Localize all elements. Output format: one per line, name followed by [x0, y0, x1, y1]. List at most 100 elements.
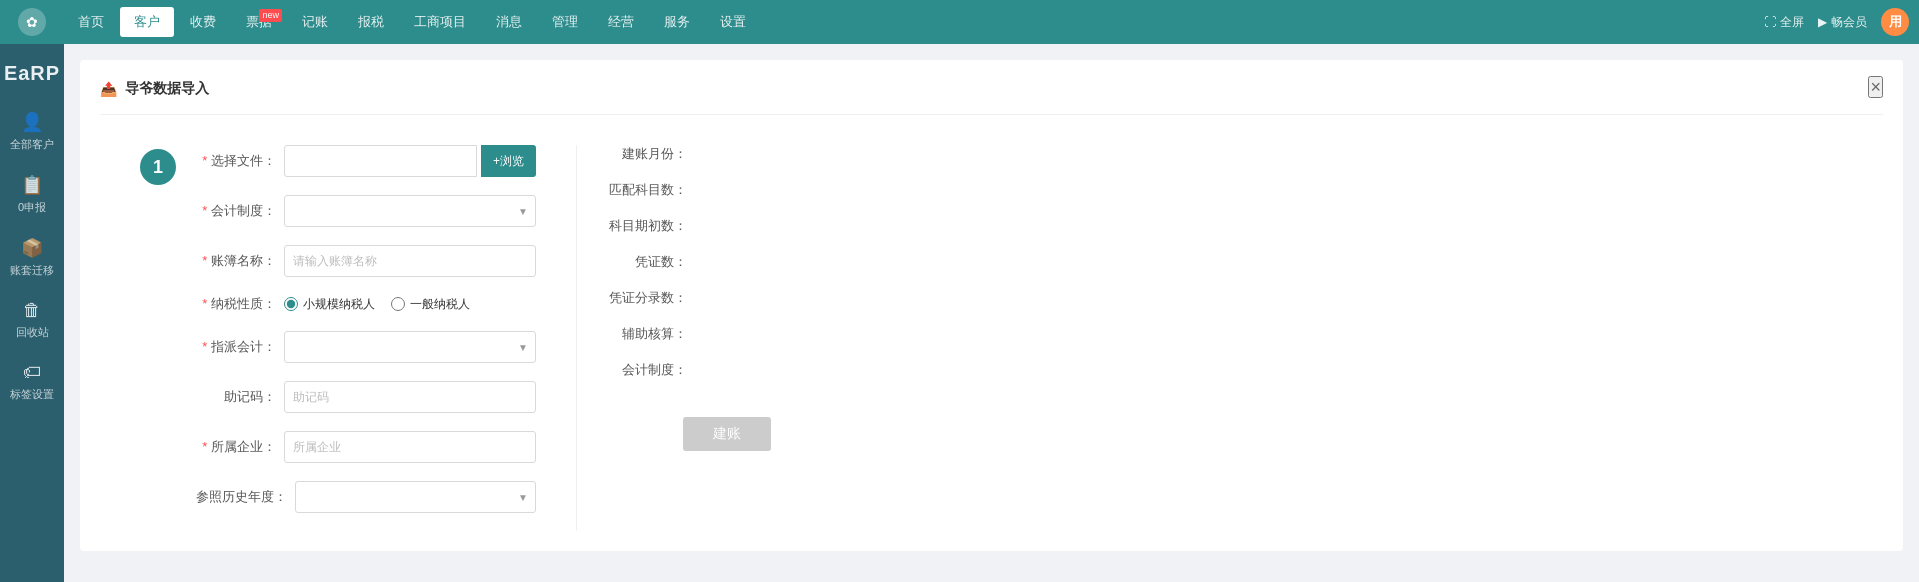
file-row: +浏览: [284, 145, 536, 177]
memo-code-label: 助记码：: [196, 388, 276, 406]
sidebar-item-declaration[interactable]: 📋 0申报: [0, 164, 64, 223]
content-area: 📤 导爷数据导入 × 1 选择文件：: [64, 44, 1919, 582]
declaration-icon: 📋: [21, 174, 43, 196]
close-button[interactable]: ×: [1868, 76, 1883, 98]
tax-small-label: 小规模纳税人: [303, 296, 375, 313]
build-month-row: 建账月份：: [597, 145, 856, 163]
file-input[interactable]: [284, 145, 477, 177]
period-initial-row: 科目期初数：: [597, 217, 856, 235]
migration-icon: 📦: [21, 237, 43, 259]
logo-icon: ✿: [18, 8, 46, 36]
assigned-accountant-select[interactable]: [284, 331, 536, 363]
sidebar-label-tags: 标签设置: [10, 387, 54, 402]
accounting-system-select-wrap: ▼: [284, 195, 536, 227]
auxiliary-label: 辅助核算：: [597, 325, 687, 343]
nav-bookkeeping[interactable]: 记账: [288, 7, 342, 37]
nav-tax[interactable]: 报税: [344, 7, 398, 37]
auxiliary-row: 辅助核算：: [597, 325, 856, 343]
tax-nature-row: 纳税性质： 小规模纳税人 一般纳税人: [196, 295, 536, 313]
file-label: 选择文件：: [196, 152, 276, 170]
accounting-system2-row: 会计制度：: [597, 361, 856, 379]
voucher-entries-row: 凭证分录数：: [597, 289, 856, 307]
company-label: 所属企业：: [196, 438, 276, 456]
ledger-name-input[interactable]: [284, 245, 536, 277]
tax-general-radio[interactable]: [391, 297, 405, 311]
right-form: 建账月份： 匹配科目数： 科目期初数： 凭证数：: [576, 145, 856, 531]
sidebar-label-all-customers: 全部客户: [10, 137, 54, 152]
import-panel: 📤 导爷数据导入 × 1 选择文件：: [80, 60, 1903, 551]
browse-button[interactable]: +浏览: [481, 145, 536, 177]
avatar-text: 用: [1889, 13, 1902, 31]
memo-code-input[interactable]: [284, 381, 536, 413]
nav-fees[interactable]: 收费: [176, 7, 230, 37]
memo-code-row: 助记码：: [196, 381, 536, 413]
nav-services[interactable]: 服务: [650, 7, 704, 37]
sidebar-label-migration: 账套迁移: [10, 263, 54, 278]
history-year-select-wrap: ▼: [295, 481, 536, 513]
accounting-system-row: 会计制度： ▼: [196, 195, 536, 227]
all-customers-icon: 👤: [21, 111, 43, 133]
tax-nature-label: 纳税性质：: [196, 295, 276, 313]
voucher-count-row: 凭证数：: [597, 253, 856, 271]
company-input[interactable]: [284, 431, 536, 463]
sidebar-item-tags[interactable]: 🏷 标签设置: [0, 352, 64, 410]
nav-messages[interactable]: 消息: [482, 7, 536, 37]
earp-text: EaRP: [4, 62, 60, 85]
sidebar-earp: EaRP: [0, 52, 64, 97]
nav-settings[interactable]: 设置: [706, 7, 760, 37]
member-icon: ▶: [1818, 15, 1827, 29]
tax-small-radio[interactable]: [284, 297, 298, 311]
sidebar-item-all-customers[interactable]: 👤 全部客户: [0, 101, 64, 160]
tax-nature-radio-group: 小规模纳税人 一般纳税人: [284, 296, 536, 313]
step-number: 1: [153, 157, 163, 178]
panel-title-icon: 📤: [100, 81, 117, 97]
step-badge: 1: [140, 149, 176, 185]
company-row: 所属企业：: [196, 431, 536, 463]
form-container: 1 选择文件： +浏览 会计制度：: [100, 135, 1883, 531]
user-avatar[interactable]: 用: [1881, 8, 1909, 36]
sidebar: EaRP 👤 全部客户 📋 0申报 📦 账套迁移 🗑 回收站 🏷 标签设置: [0, 44, 64, 582]
nav-management[interactable]: 管理: [538, 7, 592, 37]
history-year-label: 参照历史年度：: [196, 488, 287, 506]
nav-menu: 首页 客户 收费 票据 new 记账 报税 工商项目 消息 管理 经营 服务 设…: [64, 7, 1764, 37]
logo[interactable]: ✿: [10, 0, 54, 44]
new-badge: new: [259, 9, 282, 22]
tax-general-option[interactable]: 一般纳税人: [391, 296, 470, 313]
panel-title: 导爷数据导入: [125, 80, 209, 98]
sidebar-item-migration[interactable]: 📦 账套迁移: [0, 227, 64, 286]
accounting-system2-label: 会计制度：: [597, 361, 687, 379]
nav-customers[interactable]: 客户: [120, 7, 174, 37]
match-subjects-label: 匹配科目数：: [597, 181, 687, 199]
ledger-name-label: 账簿名称：: [196, 252, 276, 270]
accounting-system-select[interactable]: [284, 195, 536, 227]
left-form: 选择文件： +浏览 会计制度：: [196, 145, 536, 531]
build-month-label: 建账月份：: [597, 145, 687, 163]
tax-general-label: 一般纳税人: [410, 296, 470, 313]
top-navigation: ✿ 首页 客户 收费 票据 new 记账 报税 工商项目 消息 管理 经营 服务…: [0, 0, 1919, 44]
nav-right-actions: ⛶ 全屏 ▶ 畅会员 用: [1764, 8, 1909, 36]
step-section: 1 选择文件： +浏览 会计制度：: [140, 145, 536, 531]
assigned-accountant-select-wrap: ▼: [284, 331, 536, 363]
nav-invoices[interactable]: 票据 new: [232, 7, 286, 37]
nav-home[interactable]: 首页: [64, 7, 118, 37]
fullscreen-label: 全屏: [1780, 14, 1804, 31]
accounting-system-label: 会计制度：: [196, 202, 276, 220]
build-btn-container: 建账: [597, 397, 856, 451]
sidebar-label-declaration: 0申报: [18, 200, 46, 215]
member-label: 畅会员: [1831, 14, 1867, 31]
sidebar-item-recycle[interactable]: 🗑 回收站: [0, 290, 64, 348]
assigned-accountant-row: 指派会计： ▼: [196, 331, 536, 363]
panel-header: 📤 导爷数据导入: [100, 80, 1883, 115]
assigned-accountant-label: 指派会计：: [196, 338, 276, 356]
logo-symbol: ✿: [26, 14, 38, 30]
fullscreen-icon: ⛶: [1764, 15, 1776, 29]
member-btn[interactable]: ▶ 畅会员: [1818, 14, 1867, 31]
nav-operations[interactable]: 经营: [594, 7, 648, 37]
fullscreen-btn[interactable]: ⛶ 全屏: [1764, 14, 1804, 31]
tax-small-option[interactable]: 小规模纳税人: [284, 296, 375, 313]
period-initial-label: 科目期初数：: [597, 217, 687, 235]
nav-business[interactable]: 工商项目: [400, 7, 480, 37]
build-account-button[interactable]: 建账: [683, 417, 771, 451]
ledger-name-row: 账簿名称：: [196, 245, 536, 277]
history-year-select[interactable]: [295, 481, 536, 513]
